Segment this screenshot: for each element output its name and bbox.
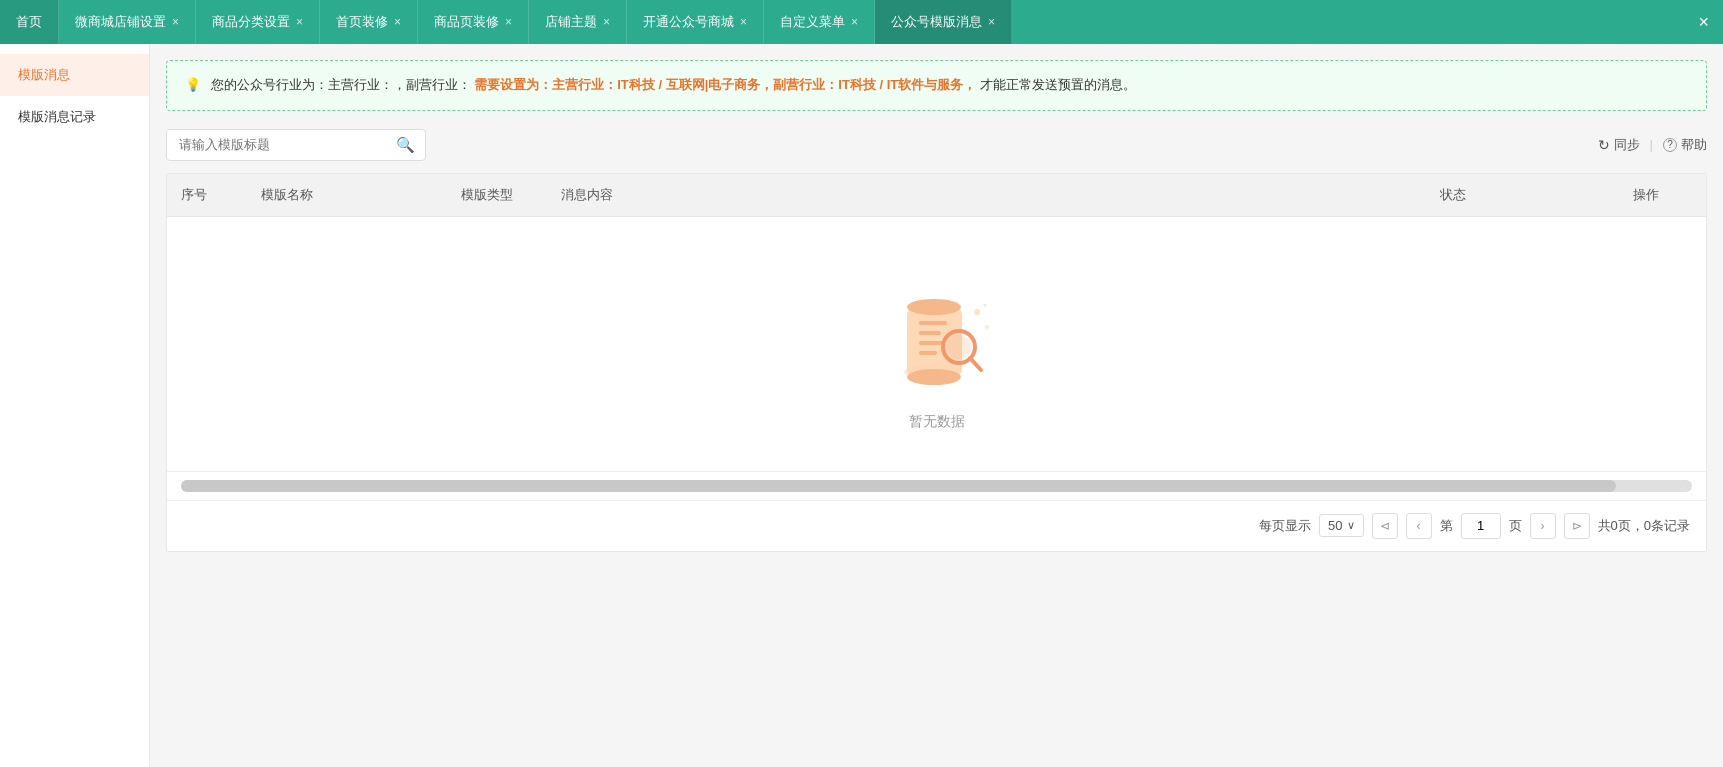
svg-point-9: [947, 335, 971, 359]
svg-point-11: [974, 309, 980, 315]
page-size-chevron: ∨: [1347, 519, 1355, 532]
th-content: 消息内容: [547, 174, 1426, 216]
th-action: 操作: [1586, 174, 1706, 216]
sync-icon: ↻: [1598, 137, 1610, 153]
empty-text: 暂无数据: [909, 413, 965, 431]
search-row: 🔍 ↻ 同步 | ? 帮助: [166, 129, 1707, 161]
page-summary: 共0页，0条记录: [1598, 517, 1690, 535]
nav-label-home-decoration: 首页装修: [336, 13, 388, 31]
nav-close-custom-menu[interactable]: ×: [851, 15, 858, 29]
svg-rect-6: [919, 341, 944, 345]
page-label-pre: 第: [1440, 517, 1453, 535]
nav-item-category-settings[interactable]: 商品分类设置 ×: [196, 0, 320, 44]
nav-label-shop-theme: 店铺主题: [545, 13, 597, 31]
svg-point-13: [983, 303, 986, 306]
data-table: 序号 模版名称 模版类型 消息内容 状态 操作: [166, 173, 1707, 552]
main-content: 💡 您的公众号行业为：主营行业：，副营行业： 需要设置为：主营行业：IT科技 /…: [150, 44, 1723, 767]
svg-rect-4: [919, 321, 947, 325]
nav-item-shop-theme[interactable]: 店铺主题 ×: [529, 0, 627, 44]
toolbar-divider: |: [1650, 137, 1653, 152]
table-header: 序号 模版名称 模版类型 消息内容 状态 操作: [167, 174, 1706, 217]
sidebar-item-template-log[interactable]: 模版消息记录: [0, 96, 149, 138]
toolbar-right: ↻ 同步 | ? 帮助: [1598, 136, 1707, 154]
nav-label-product-decoration: 商品页装修: [434, 13, 499, 31]
page-number-input[interactable]: [1461, 513, 1501, 539]
nav-item-template-msg[interactable]: 公众号模版消息 ×: [875, 0, 1012, 44]
notice-text-after: 才能正常发送预置的消息。: [980, 77, 1136, 92]
nav-label-open-mall: 开通公众号商城: [643, 13, 734, 31]
search-input[interactable]: [167, 130, 386, 159]
pagination: 每页显示 50 ∨ ⊲ ‹ 第 页 › ⊳ 共0页，0条记录: [167, 500, 1706, 551]
page-prev-button[interactable]: ‹: [1406, 513, 1432, 539]
search-input-wrap: 🔍: [166, 129, 426, 161]
global-close-icon[interactable]: ×: [1684, 0, 1723, 44]
svg-rect-5: [919, 331, 941, 335]
nav-item-shop-settings[interactable]: 微商城店铺设置 ×: [59, 0, 196, 44]
nav-close-open-mall[interactable]: ×: [740, 15, 747, 29]
nav-close-template-msg[interactable]: ×: [988, 15, 995, 29]
nav-close-shop-settings[interactable]: ×: [172, 15, 179, 29]
page-size-label: 每页显示: [1259, 517, 1311, 535]
svg-point-2: [907, 299, 961, 315]
svg-line-10: [970, 358, 981, 370]
help-icon: ?: [1663, 138, 1677, 152]
nav-item-product-decoration[interactable]: 商品页装修 ×: [418, 0, 529, 44]
nav-close-shop-theme[interactable]: ×: [603, 15, 610, 29]
horizontal-scrollbar[interactable]: [181, 480, 1692, 492]
nav-close-home-decoration[interactable]: ×: [394, 15, 401, 29]
th-status: 状态: [1426, 174, 1586, 216]
empty-state: 暂无数据: [167, 217, 1706, 471]
th-type: 模版类型: [447, 174, 547, 216]
sync-label: 同步: [1614, 136, 1640, 154]
nav-label-home: 首页: [16, 13, 42, 31]
svg-point-12: [985, 325, 989, 329]
sidebar-item-template-msg[interactable]: 模版消息: [0, 54, 149, 96]
top-nav: 首页 微商城店铺设置 × 商品分类设置 × 首页装修 × 商品页装修 × 店铺主…: [0, 0, 1723, 44]
page-next-button[interactable]: ›: [1530, 513, 1556, 539]
svg-point-3: [907, 369, 961, 385]
page-size-select[interactable]: 50 ∨: [1319, 514, 1363, 537]
notice-icon: 💡: [185, 77, 201, 92]
svg-rect-7: [919, 351, 937, 355]
nav-label-shop-settings: 微商城店铺设置: [75, 13, 166, 31]
nav-close-product-decoration[interactable]: ×: [505, 15, 512, 29]
nav-item-home-decoration[interactable]: 首页装修 ×: [320, 0, 418, 44]
search-button[interactable]: 🔍: [386, 130, 425, 160]
th-name: 模版名称: [247, 174, 447, 216]
sync-button[interactable]: ↻ 同步: [1598, 136, 1640, 154]
page-label-post: 页: [1509, 517, 1522, 535]
scroll-thumb[interactable]: [181, 480, 1616, 492]
page-first-button[interactable]: ⊲: [1372, 513, 1398, 539]
notice-highlight: 需要设置为：主营行业：IT科技 / 互联网|电子商务，副营行业：IT科技 / I…: [474, 77, 976, 92]
main-layout: 模版消息 模版消息记录 💡 您的公众号行业为：主营行业：，副营行业： 需要设置为…: [0, 44, 1723, 767]
page-last-button[interactable]: ⊳: [1564, 513, 1590, 539]
th-seq: 序号: [167, 174, 247, 216]
nav-label-category-settings: 商品分类设置: [212, 13, 290, 31]
nav-item-custom-menu[interactable]: 自定义菜单 ×: [764, 0, 875, 44]
sidebar: 模版消息 模版消息记录: [0, 44, 150, 767]
notice-box: 💡 您的公众号行业为：主营行业：，副营行业： 需要设置为：主营行业：IT科技 /…: [166, 60, 1707, 111]
nav-label-template-msg: 公众号模版消息: [891, 13, 982, 31]
nav-item-home[interactable]: 首页: [0, 0, 59, 44]
notice-text-before: 您的公众号行业为：主营行业：，副营行业：: [211, 77, 471, 92]
nav-close-category-settings[interactable]: ×: [296, 15, 303, 29]
nav-label-custom-menu: 自定义菜单: [780, 13, 845, 31]
nav-item-open-mall[interactable]: 开通公众号商城 ×: [627, 0, 764, 44]
scroll-bar-row: [167, 471, 1706, 500]
help-button[interactable]: ? 帮助: [1663, 136, 1707, 154]
search-icon: 🔍: [396, 136, 415, 153]
page-size-value: 50: [1328, 518, 1342, 533]
empty-illustration: [877, 277, 997, 397]
help-label: 帮助: [1681, 136, 1707, 154]
